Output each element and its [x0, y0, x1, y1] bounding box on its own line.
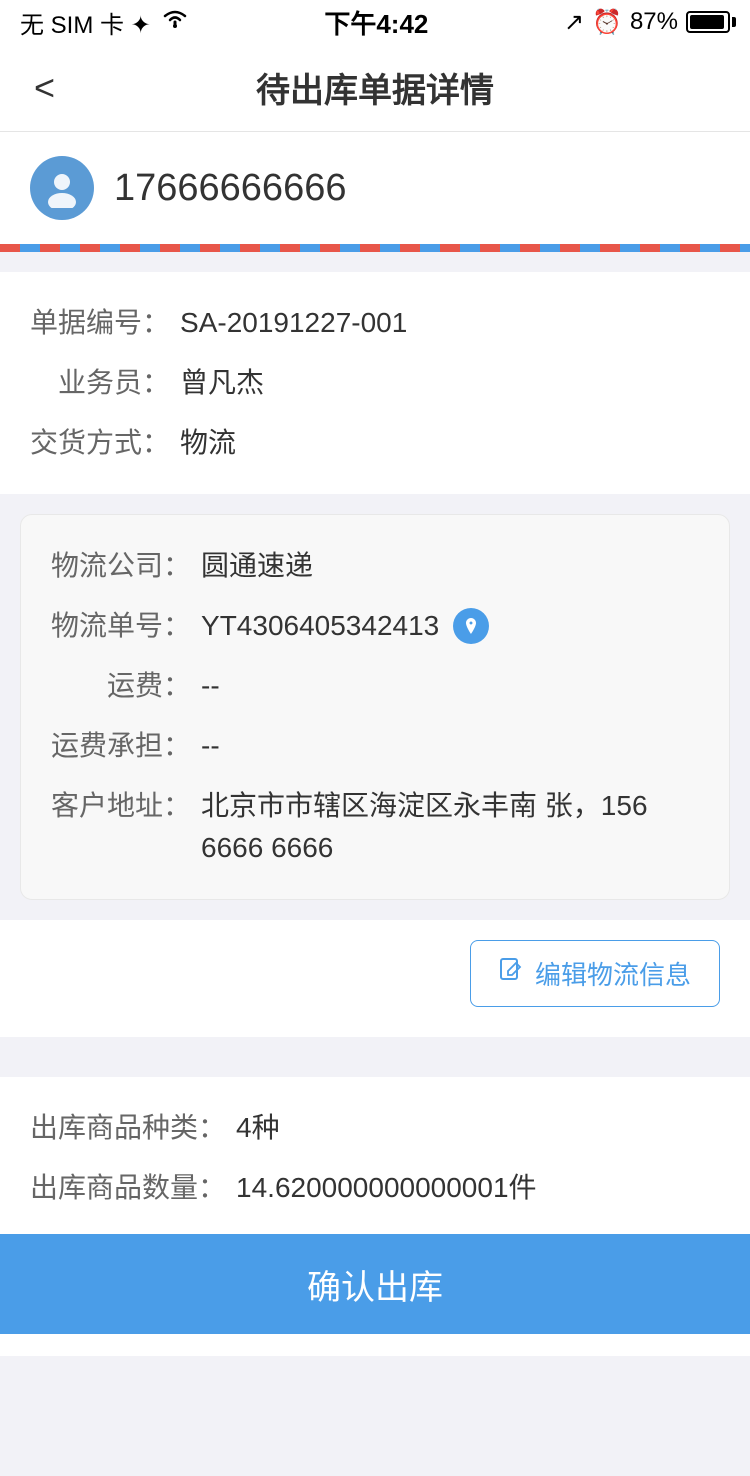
staff-value: 曾凡杰 [180, 362, 720, 404]
goods-quantity-row: 出库商品数量： 14.620000000000001件 [30, 1167, 720, 1209]
bottom-spacer [0, 1356, 750, 1476]
nav-bar: < 待出库单据详情 [0, 44, 750, 132]
document-number-row: 单据编号： SA-20191227-001 [30, 302, 720, 344]
document-info-section: 单据编号： SA-20191227-001 业务员： 曾凡杰 交货方式： 物流 [0, 272, 750, 494]
delivery-label: 交货方式： [30, 422, 170, 464]
logistics-freight-value: -- [201, 665, 699, 707]
confirm-button[interactable]: 确认出库 [0, 1234, 750, 1334]
goods-type-row: 出库商品种类： 4种 [30, 1107, 720, 1149]
section-gap-1 [0, 252, 750, 272]
logistics-address-label: 客户地址： [51, 785, 191, 827]
location-icon-button[interactable] [453, 608, 489, 644]
customer-phone: 17666666666 [114, 167, 346, 210]
battery-percent: 87% [630, 8, 678, 36]
dashed-divider [0, 244, 750, 252]
goods-type-label: 出库商品种类： [30, 1107, 226, 1149]
customer-header: 17666666666 [0, 132, 750, 244]
status-right: ↗ ⏰ 87% [564, 8, 730, 37]
delivery-row: 交货方式： 物流 [30, 422, 720, 464]
edit-logistics-label: 编辑物流信息 [535, 955, 691, 992]
logistics-freight-label: 运费： [51, 665, 191, 707]
logistics-tracking-value-container: YT43064053424​13 [201, 605, 699, 647]
alarm-icon: ⏰ [592, 8, 622, 37]
logistics-address-value: 北京市市辖区海淀区永丰南 张，156 6666 6666 [201, 785, 699, 869]
confirm-button-label: 确认出库 [307, 1260, 443, 1309]
back-button[interactable]: < [24, 57, 65, 119]
logistics-tracking-value: YT43064053424​13 [201, 605, 439, 647]
status-left: 无 SIM 卡 ✦ [20, 5, 189, 40]
logistics-freight-bearer-row: 运费承担： -- [51, 725, 699, 767]
status-time: 下午4:42 [324, 4, 428, 41]
logistics-company-label: 物流公司： [51, 545, 191, 587]
edit-logistics-container: 编辑物流信息 [0, 920, 750, 1037]
logistics-address-row: 客户地址： 北京市市辖区海淀区永丰南 张，156 6666 6666 [51, 785, 699, 869]
wifi-icon [161, 8, 189, 36]
section-gap-2 [0, 1037, 750, 1057]
goods-type-value: 4种 [236, 1107, 720, 1149]
logistics-tracking-row: 物流单号： YT43064053424​13 [51, 605, 699, 647]
battery-icon [686, 11, 730, 33]
logistics-freight-bearer-label: 运费承担： [51, 725, 191, 767]
location-status-icon: ↗ [564, 8, 584, 37]
logistics-card: 物流公司： 圆通速递 物流单号： YT43064053424​13 运费： --… [20, 514, 730, 900]
staff-label: 业务员： [30, 362, 170, 404]
edit-logistics-button[interactable]: 编辑物流信息 [470, 940, 720, 1007]
logistics-freight-bearer-value: -- [201, 725, 699, 767]
document-number-value: SA-20191227-001 [180, 302, 720, 344]
logistics-company-value: 圆通速递 [201, 545, 699, 587]
goods-quantity-value: 14.620000000000001件 [236, 1167, 720, 1209]
page-title: 待出库单据详情 [256, 63, 494, 112]
logistics-company-row: 物流公司： 圆通速递 [51, 545, 699, 587]
goods-quantity-label: 出库商品数量： [30, 1167, 226, 1209]
delivery-value: 物流 [180, 422, 720, 464]
sim-status: 无 SIM 卡 ✦ [20, 5, 151, 40]
edit-icon [499, 957, 525, 990]
logistics-tracking-label: 物流单号： [51, 605, 191, 647]
avatar [30, 156, 94, 220]
goods-section: 出库商品种类： 4种 出库商品数量： 14.620000000000001件 [0, 1077, 750, 1239]
staff-row: 业务员： 曾凡杰 [30, 362, 720, 404]
status-bar: 无 SIM 卡 ✦ 下午4:42 ↗ ⏰ 87% [0, 0, 750, 44]
document-number-label: 单据编号： [30, 302, 170, 344]
logistics-freight-row: 运费： -- [51, 665, 699, 707]
